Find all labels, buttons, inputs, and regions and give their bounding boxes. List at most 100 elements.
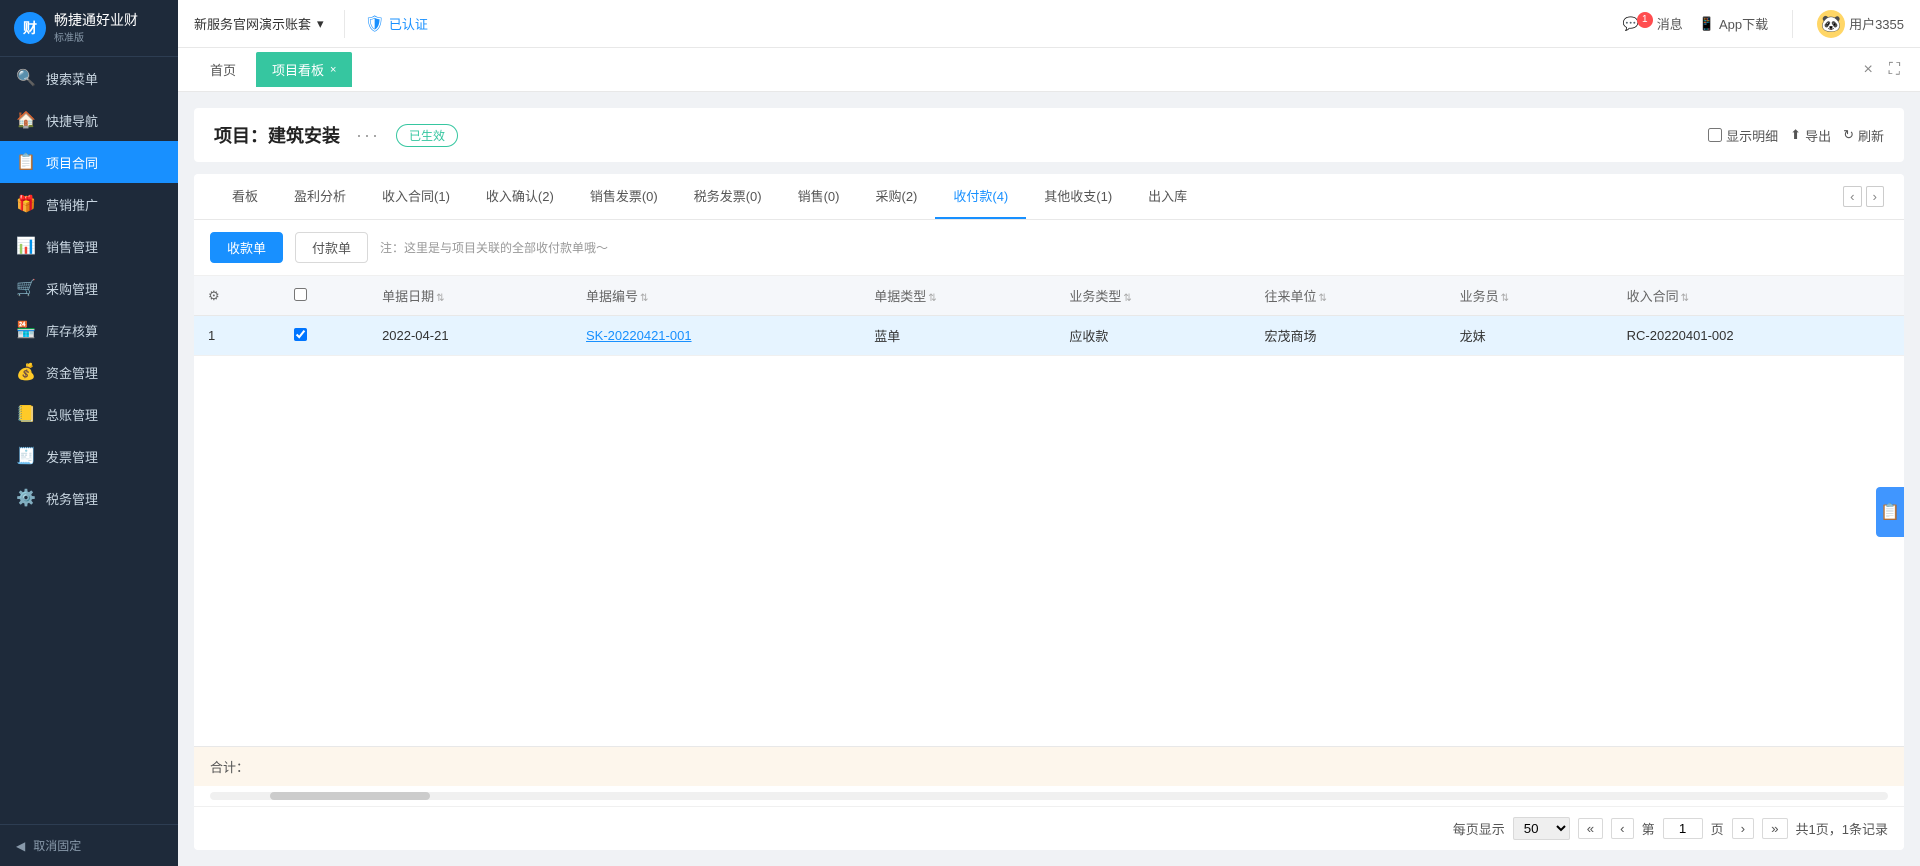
sub-tab-3[interactable]: 收入确认(2) [468,174,572,219]
sort-icon-biz_type[interactable]: ⇅ [1123,293,1131,304]
toggle-payment-btn[interactable]: 付款单 [295,232,368,263]
sub-tab-9[interactable]: 其他收支(1) [1026,174,1130,219]
search-icon: 🔍 [16,68,36,88]
th-salesperson: 业务员⇅ [1446,276,1613,316]
sub-tab-1[interactable]: 盈利分析 [276,174,364,219]
user-menu[interactable]: 🐼 用户3355 [1817,10,1904,38]
pagination: 每页显示 50 20 100 « ‹ 第 页 › » 共1页，1条记录 [194,806,1904,850]
td-salesperson: 龙妹 [1446,316,1613,356]
th-no[interactable]: ⚙ [194,276,280,316]
sidebar-label-invoice: 发票管理 [46,447,98,466]
dropdown-icon: ▾ [317,16,324,32]
prev-page-btn[interactable]: ‹ [1611,818,1633,839]
sub-tab-4[interactable]: 销售发票(0) [572,174,676,219]
total-pages-label: 共1页，1条记录 [1796,819,1888,838]
float-right-action-btn[interactable]: 📋 [1876,487,1904,537]
shortcut-icon: 🏠 [16,110,36,130]
project-more-btn[interactable]: ··· [356,125,380,146]
tab-project-board[interactable]: 项目看板 × [256,52,352,87]
select-all-checkbox[interactable] [294,288,307,301]
table-toggle-area: 收款单 付款单 注：这里是与项目关联的全部收付款单哦～ [194,220,1904,276]
sidebar-footer-pin[interactable]: ◀ 取消固定 [0,824,178,866]
sub-tab-6[interactable]: 销售(0) [780,174,858,219]
sidebar-item-purchase[interactable]: 🛒 采购管理 [0,267,178,309]
sidebar-label-purchase: 采购管理 [46,279,98,298]
sub-tab-2[interactable]: 收入合同(1) [364,174,468,219]
sidebar-item-marketing[interactable]: 🎁 营销推广 [0,183,178,225]
sidebar-label-inventory: 库存核算 [46,321,98,340]
last-page-btn[interactable]: » [1762,818,1787,839]
scroll-bar-thumb[interactable] [270,792,430,800]
show-detail-checkbox[interactable] [1708,128,1722,142]
sub-tab-10[interactable]: 出入库 [1130,174,1205,219]
page-suffix: 页 [1711,819,1724,838]
per-page-select[interactable]: 50 20 100 [1513,817,1570,840]
sub-tab-next-btn[interactable]: › [1866,186,1884,207]
sub-tab-7[interactable]: 采购(2) [857,174,935,219]
sidebar-item-inventory[interactable]: 🏪 库存核算 [0,309,178,351]
certified-badge: 🛡 已认证 [365,14,428,34]
toggle-receipt-btn[interactable]: 收款单 [210,232,283,263]
sub-tab-prev-btn[interactable]: ‹ [1843,186,1861,207]
first-page-btn[interactable]: « [1578,818,1603,839]
message-btn[interactable]: 💬 1 消息 [1623,14,1683,33]
user-label: 用户3355 [1849,14,1904,33]
content-area: 项目：建筑安装 ··· 已生效 显示明细 ⬆ 导出 ↻ 刷新 [178,92,1920,866]
doc-number-link[interactable]: SK-20220421-001 [586,328,692,343]
settings-icon[interactable]: ⚙ [208,288,220,303]
next-page-btn[interactable]: › [1732,818,1754,839]
sort-icon-contract[interactable]: ⇅ [1681,293,1689,304]
row-checkbox[interactable] [294,328,307,341]
project-selector[interactable]: 新服务官网演示账套 ▾ [194,14,324,33]
sidebar-label-shortcut: 快捷导航 [46,111,98,130]
tab-bar: 首页 项目看板 × × ⛶ [178,48,1920,92]
sidebar-item-search[interactable]: 🔍 搜索菜单 [0,57,178,99]
tab-close-btn[interactable]: × [330,64,336,76]
sort-icon-type[interactable]: ⇅ [928,293,936,304]
sub-tab-0[interactable]: 看板 [214,174,276,219]
table-row[interactable]: 12022-04-21SK-20220421-001蓝单应收款宏茂商场龙妹RC-… [194,316,1904,356]
sub-tab-8[interactable]: 收付款(4) [935,174,1026,219]
sort-icon-salesperson[interactable]: ⇅ [1501,293,1509,304]
invoice-icon: 🧾 [16,446,36,466]
refresh-btn[interactable]: ↻ 刷新 [1843,126,1884,145]
sidebar-label-ledger: 总账管理 [46,405,98,424]
tab-close-window-btn[interactable]: × [1859,57,1876,83]
sidebar-item-finance[interactable]: 💰 资金管理 [0,351,178,393]
tax-icon: ⚙️ [16,488,36,508]
sidebar-item-sales[interactable]: 📊 销售管理 [0,225,178,267]
topbar-right: 💬 1 消息 📱 App下载 🐼 用户3355 [1623,10,1904,38]
show-detail-action[interactable]: 显示明细 [1708,126,1778,145]
export-btn[interactable]: ⬆ 导出 [1790,126,1831,145]
project-status-badge: 已生效 [396,124,458,147]
th-partner: 往来单位⇅ [1250,276,1445,316]
tab-home[interactable]: 首页 [194,52,252,87]
sidebar-item-tax[interactable]: ⚙️ 税务管理 [0,477,178,519]
td-number[interactable]: SK-20220421-001 [572,316,860,356]
sidebar-label-contract: 项目合同 [46,153,98,172]
sidebar-footer-label: 取消固定 [33,837,81,854]
sidebar-item-shortcut[interactable]: 🏠 快捷导航 [0,99,178,141]
message-badge: 1 [1637,12,1653,28]
sub-tab-5[interactable]: 税务发票(0) [676,174,780,219]
sort-icon-number[interactable]: ⇅ [640,293,648,304]
sidebar-item-invoice[interactable]: 🧾 发票管理 [0,435,178,477]
refresh-label: 刷新 [1858,126,1884,145]
td-type: 蓝单 [860,316,1055,356]
export-icon: ⬆ [1790,127,1801,143]
topbar-divider2 [1792,10,1793,38]
sidebar: 财 畅捷通好业财 标准版 🔍 搜索菜单 🏠 快捷导航 📋 项目合同 🎁 营销推广… [0,0,178,866]
project-header: 项目：建筑安装 ··· 已生效 显示明细 ⬆ 导出 ↻ 刷新 [194,108,1904,162]
sort-icon-partner[interactable]: ⇅ [1318,293,1326,304]
page-number-input[interactable] [1663,818,1703,839]
scroll-bar-track [210,792,1888,800]
sort-icon-date[interactable]: ⇅ [436,293,444,304]
project-selector-name: 新服务官网演示账套 [194,14,311,33]
export-label: 导出 [1805,126,1831,145]
th-check[interactable] [280,276,368,316]
tab-expand-btn[interactable]: ⛶ [1885,57,1904,83]
app-download-btn[interactable]: 📱 App下载 [1699,14,1768,33]
sidebar-item-ledger[interactable]: 📒 总账管理 [0,393,178,435]
sidebar-item-contract[interactable]: 📋 项目合同 [0,141,178,183]
topbar-divider [344,10,345,38]
